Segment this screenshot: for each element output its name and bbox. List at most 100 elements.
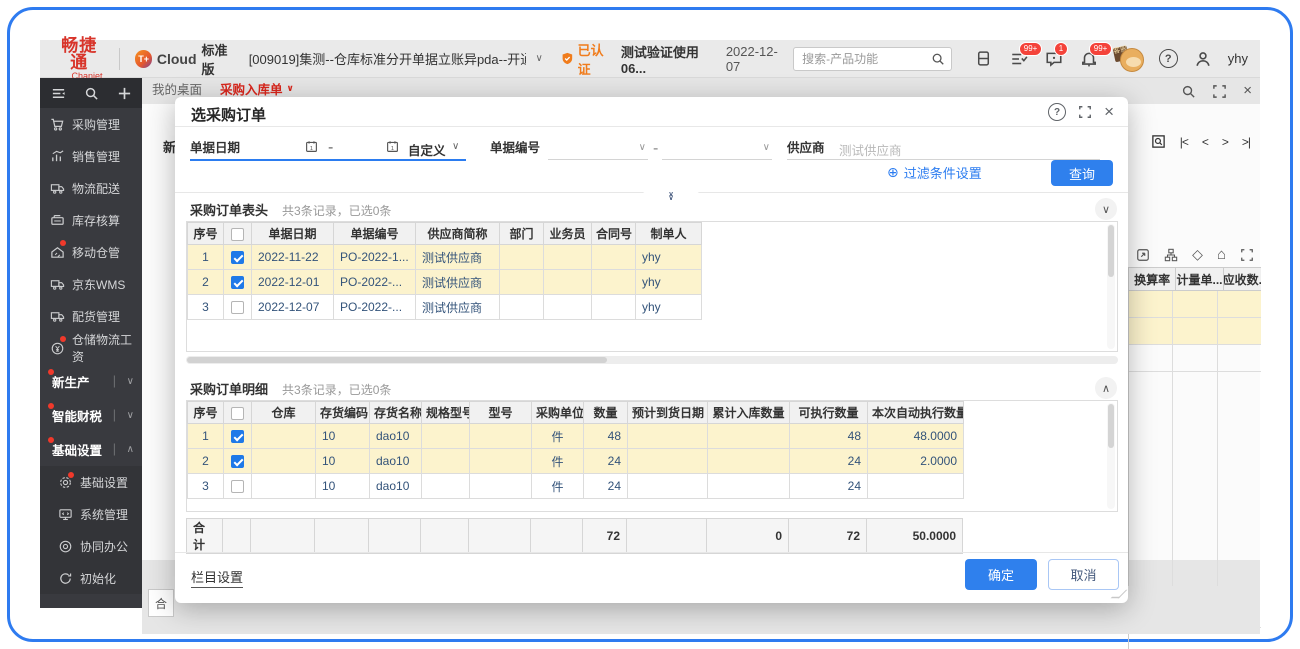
query-button[interactable]: 查询 (1051, 160, 1113, 186)
checklist-icon[interactable]: 99+ (1009, 49, 1029, 69)
sidebar-item-allocation[interactable]: 配货管理 (40, 300, 142, 332)
row-checkbox[interactable] (231, 276, 244, 289)
table-row[interactable]: 110dao10件484848.0000 (188, 424, 964, 449)
sidebar-item-basic-setup[interactable]: 基础设置 (40, 466, 142, 498)
row-checkbox[interactable] (231, 480, 244, 493)
cell: 2 (188, 270, 224, 295)
next-page-icon[interactable]: > (1222, 135, 1228, 149)
chevron-down-icon[interactable]: ∨ (287, 83, 294, 94)
calendar-icon[interactable]: 1 (386, 140, 399, 153)
chevron-down-icon[interactable]: ∨ (127, 410, 134, 421)
horizontal-scrollbar[interactable] (186, 356, 1118, 364)
sidebar-group-finance-tax[interactable]: 智能财税 | ∨ (40, 398, 142, 432)
doc-number-value-select[interactable]: ∨ (662, 137, 772, 160)
select-all-checkbox[interactable] (231, 407, 244, 420)
prev-page-icon[interactable]: < (1202, 135, 1208, 149)
chevron-down-icon[interactable]: ∨ (639, 142, 646, 153)
table-row[interactable]: 22022-12-01PO-2022-...测试供应商yhy (188, 270, 702, 295)
table-row[interactable]: 310dao10件2424 (188, 474, 964, 499)
row-select-cell[interactable] (224, 474, 252, 499)
account-caret-icon[interactable]: ∨ (536, 53, 543, 64)
search-icon[interactable] (931, 52, 945, 66)
doc-number-operator-select[interactable]: ∨ (548, 137, 648, 160)
collapse-filters-handle[interactable]: ∨∨ (643, 192, 699, 205)
row-select-cell[interactable] (224, 295, 252, 320)
select-all-cell[interactable] (224, 402, 252, 424)
resize-handle[interactable] (1111, 590, 1128, 598)
tag-icon[interactable]: ◇ (1192, 246, 1203, 263)
last-page-icon[interactable]: >| (1242, 135, 1250, 149)
add-icon[interactable] (116, 85, 132, 101)
export-icon[interactable] (1136, 248, 1150, 262)
row-select-cell[interactable] (224, 245, 252, 270)
row-checkbox[interactable] (231, 251, 244, 264)
search-icon[interactable] (1181, 84, 1196, 99)
collapse-section-icon[interactable]: ∨ (1095, 198, 1117, 220)
sidebar-item-purchase[interactable]: 采购管理 (40, 108, 142, 140)
sidebar-group-basic-settings[interactable]: 基础设置 | ∧ (40, 432, 142, 466)
row-select-cell[interactable] (224, 424, 252, 449)
home-icon[interactable]: ⌂ (1217, 246, 1226, 263)
flowchart-icon[interactable] (1164, 248, 1178, 262)
sidebar-item-system-admin[interactable]: 系统管理 (40, 498, 142, 530)
chevron-down-icon[interactable]: ∨ (763, 142, 770, 153)
dialog-close-icon[interactable]: × (1104, 104, 1114, 120)
filter-supplier[interactable]: 供应商 测试供应商 (787, 137, 1100, 160)
table-row[interactable]: 32022-12-07PO-2022-...测试供应商yhy (188, 295, 702, 320)
calendar-icon[interactable]: 1 (305, 140, 318, 153)
table-row[interactable]: 210dao10件24242.0000 (188, 449, 964, 474)
chevron-down-icon[interactable]: ∨ (127, 376, 134, 387)
bell-icon[interactable]: 99+ (1079, 49, 1099, 69)
cancel-button[interactable]: 取消 (1048, 559, 1119, 590)
select-all-checkbox[interactable] (231, 228, 244, 241)
chevron-down-icon[interactable]: ∨ (452, 141, 459, 152)
supplier-value[interactable]: 测试供应商 (839, 140, 902, 159)
collapse-menu-icon[interactable] (50, 85, 66, 101)
user-icon[interactable] (1193, 49, 1213, 69)
fullscreen-icon[interactable] (1240, 248, 1254, 262)
mascot-icon[interactable]: 客服 (1114, 47, 1144, 71)
search-input[interactable] (800, 51, 927, 67)
sidebar-item-initialization[interactable]: 初始化 (40, 562, 142, 594)
column-settings-link[interactable]: 栏目设置 (191, 567, 243, 588)
table-row[interactable]: 12022-11-22PO-2022-1...测试供应商yhy (188, 245, 702, 270)
sidebar-item-warehouse-payroll[interactable]: 仓储物流工资 (40, 332, 142, 364)
first-page-icon[interactable]: |< (1180, 135, 1188, 149)
column-header: 存货名称 (370, 402, 422, 424)
account-name[interactable]: [009019]集测--仓库标准分开单据立账异pda--开通友空... (249, 49, 526, 68)
row-checkbox[interactable] (231, 430, 244, 443)
vertical-scrollbar[interactable] (1107, 403, 1115, 509)
sidebar-search-icon[interactable] (83, 85, 99, 101)
help-icon[interactable]: ? (1159, 49, 1178, 68)
sidebar-item-mobile-warehouse[interactable]: 移动仓管 (40, 236, 142, 268)
filter-doc-date[interactable]: 单据日期 1 - 1 自定义 ∨ (190, 137, 466, 161)
collapse-section-icon[interactable]: ∧ (1095, 377, 1117, 399)
date-preset-select[interactable]: 自定义 (408, 140, 446, 159)
product-search[interactable] (793, 47, 952, 71)
row-checkbox[interactable] (231, 301, 244, 314)
sidebar-item-logistics[interactable]: 物流配送 (40, 172, 142, 204)
sidebar-item-jd-wms[interactable]: 京东WMS (40, 268, 142, 300)
ok-button[interactable]: 确定 (965, 559, 1037, 590)
preview-icon[interactable] (1151, 134, 1166, 149)
sidebar-item-collaboration[interactable]: 协同办公 (40, 530, 142, 562)
dialog-fullscreen-icon[interactable] (1078, 105, 1092, 119)
filter-settings-link[interactable]: ⊕ 过滤条件设置 (887, 163, 982, 182)
row-checkbox[interactable] (231, 455, 244, 468)
select-all-cell[interactable] (224, 223, 252, 245)
chevron-up-icon[interactable]: ∧ (127, 444, 134, 455)
vertical-scrollbar[interactable] (1107, 224, 1115, 349)
message-icon[interactable]: 1 (1044, 49, 1064, 69)
sidebar-group-production[interactable]: 新生产 | ∨ (40, 364, 142, 398)
fullscreen-icon[interactable] (1212, 84, 1227, 99)
dialog-help-icon[interactable]: ? (1048, 103, 1066, 121)
row-select-cell[interactable] (224, 270, 252, 295)
column-header: 采购单位 (532, 402, 584, 424)
device-icon[interactable] (974, 49, 994, 69)
sidebar-item-sales[interactable]: 销售管理 (40, 140, 142, 172)
close-icon[interactable]: × (1243, 84, 1252, 99)
username[interactable]: yhy (1228, 51, 1248, 66)
row-select-cell[interactable] (224, 449, 252, 474)
sidebar-item-inventory[interactable]: 库存核算 (40, 204, 142, 236)
total-cell: 72 (583, 519, 627, 554)
